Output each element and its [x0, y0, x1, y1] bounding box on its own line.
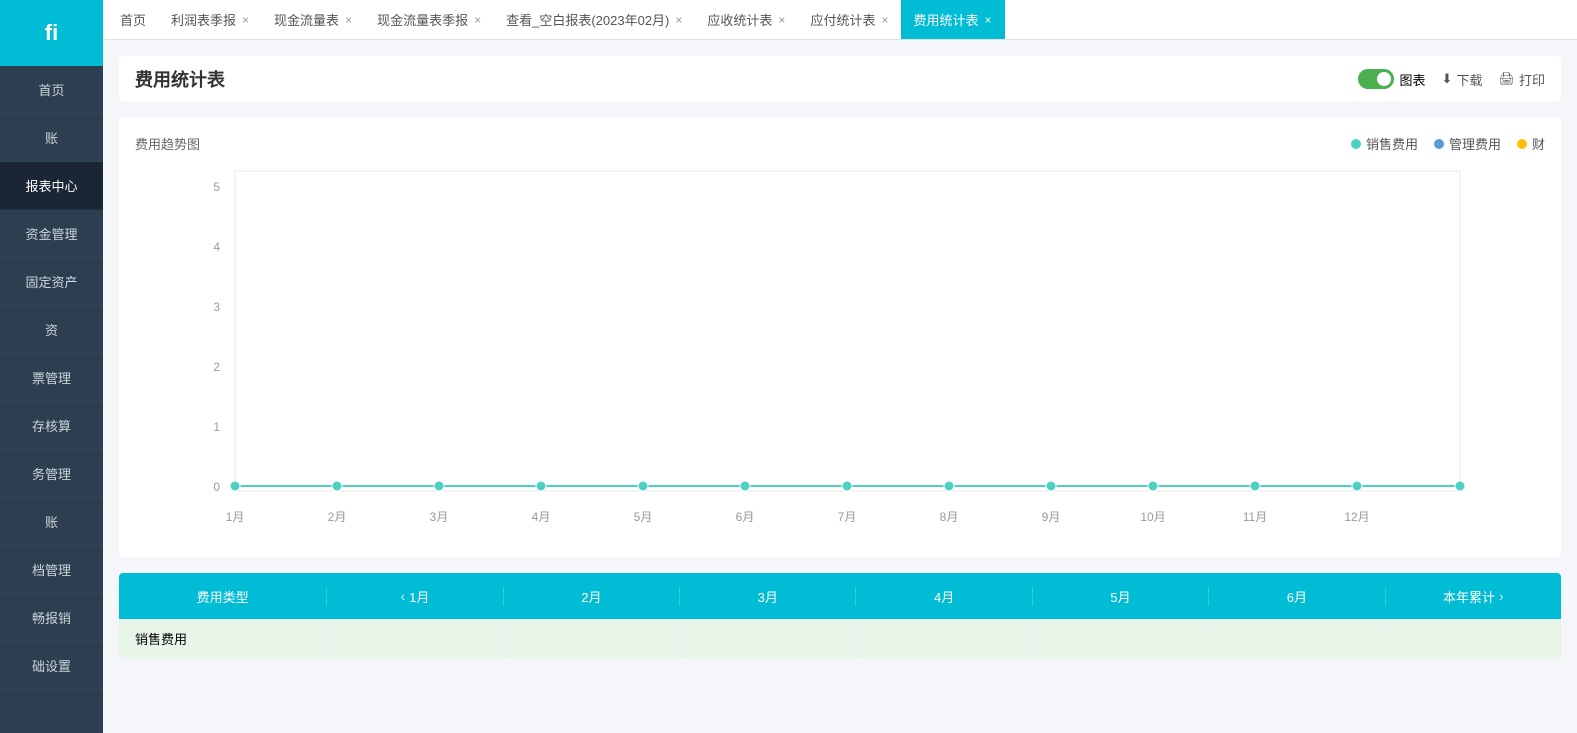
sidebar: fi 首页 账 报表中心 资金管理 固定资产 资 票管理 存核算 务管理 账 档… [0, 0, 103, 733]
td-sales-m5 [1035, 619, 1210, 658]
td-sales-m6 [1210, 619, 1385, 658]
chart-header: 费用趋势图 销售费用 管理费用 财 [135, 134, 1545, 153]
th-month5: 5月 [1033, 587, 1209, 606]
legend-dot-sales [1351, 139, 1361, 149]
svg-text:7月: 7月 [838, 510, 857, 524]
sidebar-item-account[interactable]: 账 [0, 114, 103, 162]
prev-month-arrow[interactable]: ‹ [401, 588, 406, 604]
sidebar-item-home[interactable]: 首页 [0, 66, 103, 114]
chart-toggle-label: 图表 [1400, 70, 1426, 89]
tab-cashflow[interactable]: 现金流量表 × [262, 0, 365, 40]
header-actions: 图表 ⬇ 下载 🖨 打印 [1358, 69, 1545, 89]
chart-toggle-wrap: 图表 [1358, 69, 1426, 89]
page-header: 费用统计表 图表 ⬇ 下载 🖨 打印 [119, 56, 1561, 102]
legend-dot-finance [1517, 139, 1527, 149]
svg-text:4月: 4月 [532, 510, 551, 524]
svg-text:2月: 2月 [328, 510, 347, 524]
th-month4: 4月 [856, 587, 1032, 606]
sidebar-item-expense-mgmt[interactable]: 畅报销 [0, 594, 103, 642]
svg-text:1月: 1月 [226, 510, 245, 524]
table-row-sales: 销售费用 [119, 619, 1561, 659]
sidebar-item-archive-mgmt[interactable]: 档管理 [0, 546, 103, 594]
tab-home[interactable]: 首页 [108, 0, 159, 40]
print-icon: 🖨 [1498, 71, 1515, 87]
svg-text:1: 1 [213, 420, 220, 434]
th-ytd: 本年累计 › [1386, 587, 1561, 606]
svg-text:2: 2 [213, 360, 220, 374]
main-area: 首页 利润表季报 × 现金流量表 × 现金流量表季报 × 查看_空白报表(202… [103, 0, 1577, 733]
legend-label-sales: 销售费用 [1366, 134, 1418, 153]
sidebar-item-ticket-mgmt[interactable]: 票管理 [0, 354, 103, 402]
th-month3: 3月 [680, 587, 856, 606]
tab-cashflow-quarter[interactable]: 现金流量表季报 × [365, 0, 494, 40]
svg-text:0: 0 [213, 480, 220, 494]
legend-label-mgmt: 管理费用 [1449, 134, 1501, 153]
data-table: 费用类型 ‹ 1月 2月 3月 4月 5月 [119, 573, 1561, 659]
svg-text:6月: 6月 [736, 510, 755, 524]
legend-dot-mgmt [1434, 139, 1444, 149]
sidebar-item-basic-settings[interactable]: 础设置 [0, 642, 103, 690]
app-logo: fi [0, 0, 103, 66]
close-receivable[interactable]: × [778, 13, 785, 27]
table-header: 费用类型 ‹ 1月 2月 3月 4月 5月 [119, 573, 1561, 619]
svg-text:9月: 9月 [1042, 510, 1061, 524]
sidebar-item-investment[interactable]: 资 [0, 306, 103, 354]
sidebar-item-ledger[interactable]: 账 [0, 498, 103, 546]
download-icon: ⬇ [1442, 71, 1453, 87]
tab-receivable[interactable]: 应收统计表 × [695, 0, 798, 40]
tab-bar: 首页 利润表季报 × 现金流量表 × 现金流量表季报 × 查看_空白报表(202… [103, 0, 1577, 40]
td-sales-m2 [509, 619, 684, 658]
legend-label-finance: 财 [1532, 134, 1545, 153]
close-payable[interactable]: × [881, 13, 888, 27]
chart-legend: 销售费用 管理费用 财 [1351, 134, 1545, 153]
svg-text:3月: 3月 [430, 510, 449, 524]
sidebar-item-fund-mgmt[interactable]: 资金管理 [0, 210, 103, 258]
svg-text:5: 5 [213, 180, 220, 194]
td-sales-type: 销售费用 [119, 619, 334, 658]
legend-finance-expense: 财 [1517, 134, 1545, 153]
td-sales-m3 [685, 619, 860, 658]
sidebar-item-service-mgmt[interactable]: 务管理 [0, 450, 103, 498]
th-month6: 6月 [1209, 587, 1385, 606]
close-cashflow-quarter[interactable]: × [474, 13, 481, 27]
chart-card: 费用趋势图 销售费用 管理费用 财 [119, 118, 1561, 557]
sidebar-item-report-center[interactable]: 报表中心 [0, 162, 103, 210]
tab-expense-stats[interactable]: 费用统计表 × [901, 0, 1004, 40]
sidebar-item-fixed-assets[interactable]: 固定资产 [0, 258, 103, 306]
th-month1: ‹ 1月 [327, 587, 503, 606]
sidebar-item-inventory[interactable]: 存核算 [0, 402, 103, 450]
tab-profit-report[interactable]: 利润表季报 × [159, 0, 262, 40]
content-area: 费用统计表 图表 ⬇ 下载 🖨 打印 费用趋势图 [103, 40, 1577, 733]
chart-container: 5 4 3 2 1 0 [135, 161, 1545, 541]
print-button[interactable]: 🖨 打印 [1498, 70, 1545, 89]
chart-toggle[interactable] [1358, 69, 1394, 89]
close-expense-stats[interactable]: × [984, 13, 991, 27]
close-profit-report[interactable]: × [242, 13, 249, 27]
svg-text:4: 4 [213, 240, 220, 254]
next-month-arrow[interactable]: › [1499, 588, 1504, 604]
td-sales-m4 [860, 619, 1035, 658]
td-sales-m1 [334, 619, 509, 658]
td-sales-ytd [1386, 619, 1561, 658]
chart-svg: 5 4 3 2 1 0 [135, 161, 1545, 541]
close-cashflow[interactable]: × [345, 13, 352, 27]
svg-text:11月: 11月 [1243, 510, 1267, 524]
svg-text:10月: 10月 [1140, 510, 1165, 524]
th-expense-type: 费用类型 [119, 587, 327, 606]
tab-payable[interactable]: 应付统计表 × [798, 0, 901, 40]
svg-text:8月: 8月 [940, 510, 959, 524]
legend-mgmt-expense: 管理费用 [1434, 134, 1501, 153]
legend-sales-expense: 销售费用 [1351, 134, 1418, 153]
svg-text:12月: 12月 [1344, 510, 1369, 524]
chart-title: 费用趋势图 [135, 134, 200, 153]
download-button[interactable]: ⬇ 下载 [1442, 70, 1483, 89]
svg-text:5月: 5月 [634, 510, 653, 524]
download-label: 下载 [1456, 70, 1482, 89]
tab-blank-report[interactable]: 查看_空白报表(2023年02月) × [494, 0, 695, 40]
page-title: 费用统计表 [135, 66, 225, 92]
th-month2: 2月 [504, 587, 680, 606]
svg-text:3: 3 [213, 300, 220, 314]
close-blank-report[interactable]: × [675, 13, 682, 27]
print-label: 打印 [1519, 70, 1545, 89]
